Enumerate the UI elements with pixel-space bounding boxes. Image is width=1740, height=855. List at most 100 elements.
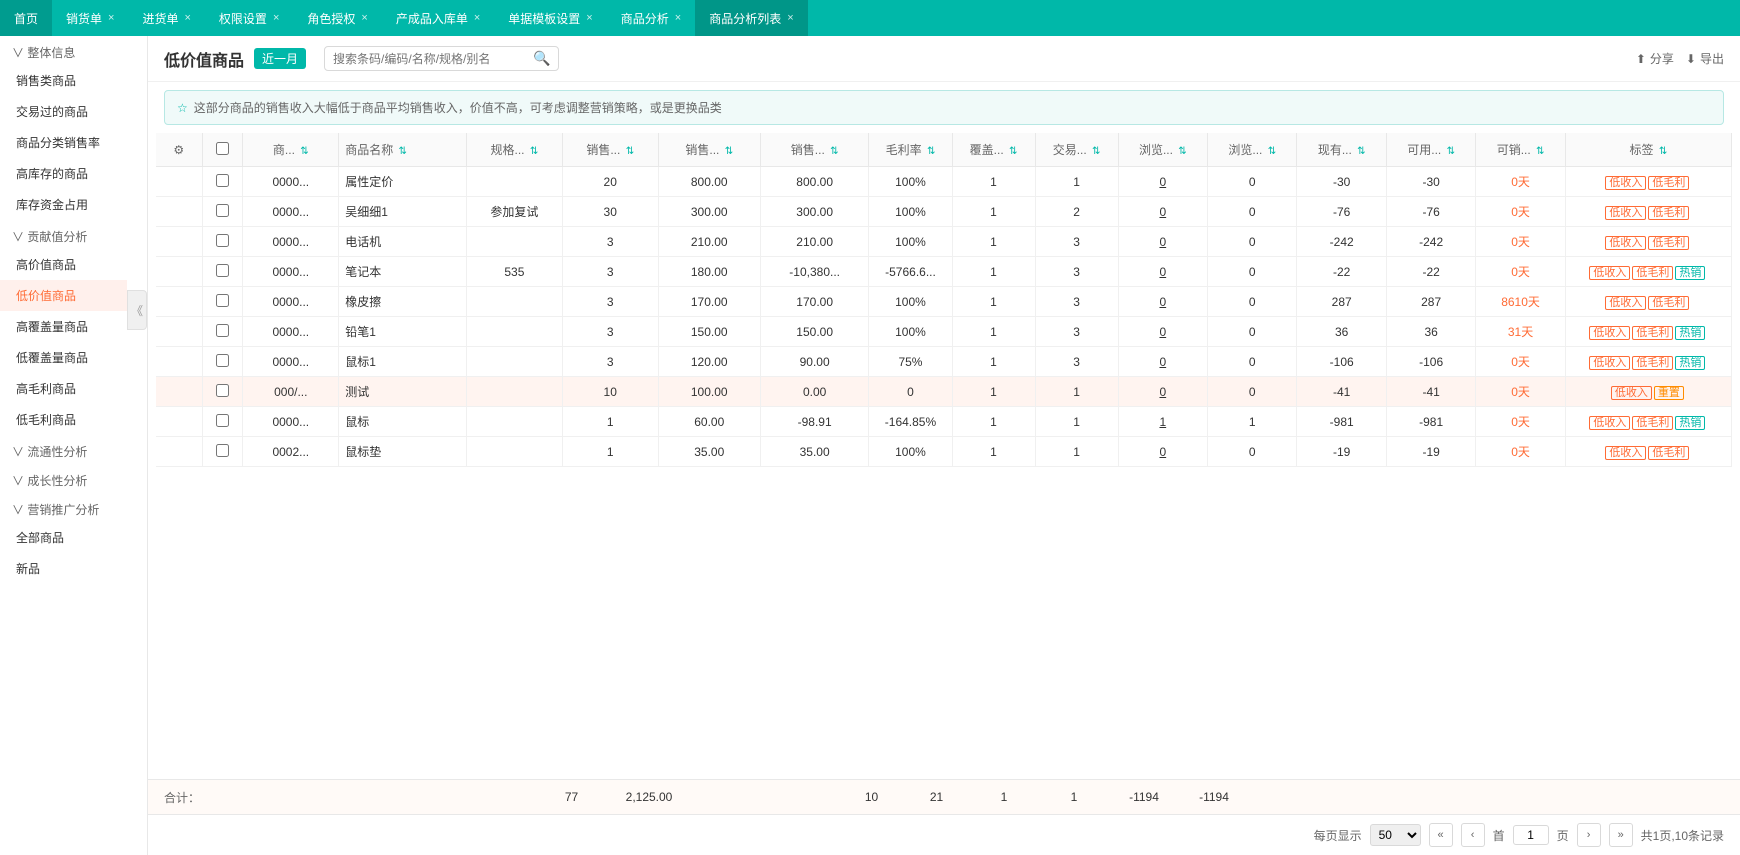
th-sales-profit[interactable]: 销售... ⇅ xyxy=(760,133,869,167)
th-settings[interactable]: ⚙ xyxy=(156,133,202,167)
row-checkbox[interactable] xyxy=(216,324,229,337)
close-icon[interactable]: × xyxy=(361,12,367,24)
sidebar-item-high-value[interactable]: 高价值商品 xyxy=(0,249,127,280)
page-number-input[interactable] xyxy=(1513,825,1549,845)
row-checkbox-cell[interactable] xyxy=(202,317,243,347)
th-trade[interactable]: 交易... ⇅ xyxy=(1035,133,1118,167)
select-all-checkbox[interactable] xyxy=(216,142,229,155)
row-checkbox[interactable] xyxy=(216,444,229,457)
row-checkbox[interactable] xyxy=(216,264,229,277)
filter-tag-recent-month[interactable]: 近一月 xyxy=(254,48,306,69)
prev-page-button[interactable]: ‹ xyxy=(1461,823,1485,847)
footer-sale1: 77 xyxy=(534,788,609,806)
th-sellable[interactable]: 可销... ⇅ xyxy=(1476,133,1565,167)
row-browse1[interactable]: 1 xyxy=(1118,407,1207,437)
th-tags[interactable]: 标签 ⇅ xyxy=(1565,133,1731,167)
th-current-stock[interactable]: 现有... ⇅ xyxy=(1297,133,1386,167)
close-icon[interactable]: × xyxy=(108,12,114,24)
row-checkbox-cell[interactable] xyxy=(202,257,243,287)
sidebar-item-category-rate[interactable]: 商品分类销售率 xyxy=(0,127,127,158)
row-checkbox[interactable] xyxy=(216,234,229,247)
first-page-button[interactable]: « xyxy=(1429,823,1453,847)
th-browse2[interactable]: 浏览... ⇅ xyxy=(1208,133,1297,167)
row-checkbox[interactable] xyxy=(216,204,229,217)
row-checkbox-cell[interactable] xyxy=(202,167,243,197)
sidebar-item-all-products[interactable]: 全部商品 xyxy=(0,522,127,553)
sidebar-item-new-products[interactable]: 新品 xyxy=(0,553,127,584)
row-checkbox[interactable] xyxy=(216,384,229,397)
th-spec[interactable]: 规格... ⇅ xyxy=(466,133,562,167)
row-checkbox-cell[interactable] xyxy=(202,347,243,377)
row-browse1[interactable]: 0 xyxy=(1118,197,1207,227)
row-browse1[interactable]: 0 xyxy=(1118,167,1207,197)
close-icon[interactable]: × xyxy=(586,12,592,24)
sidebar-group-growth[interactable]: ∨ 成长性分析 xyxy=(0,464,127,493)
close-icon[interactable]: × xyxy=(675,12,681,24)
sidebar-item-sales-products[interactable]: 销售类商品 xyxy=(0,65,127,96)
nav-product-warehouse[interactable]: 产成品入库单 × xyxy=(382,0,494,36)
sidebar-group-flow[interactable]: ∨ 流通性分析 xyxy=(0,435,127,464)
row-checkbox-cell[interactable] xyxy=(202,377,243,407)
nav-role[interactable]: 角色授权 × xyxy=(293,0,381,36)
row-checkbox-cell[interactable] xyxy=(202,437,243,467)
row-name: 测试 xyxy=(339,377,467,407)
share-button[interactable]: ⬆ 分享 xyxy=(1636,50,1674,67)
th-checkbox[interactable] xyxy=(202,133,243,167)
row-browse1[interactable]: 0 xyxy=(1118,437,1207,467)
row-browse1[interactable]: 0 xyxy=(1118,377,1207,407)
search-input[interactable] xyxy=(333,52,533,66)
search-icon[interactable]: 🔍 xyxy=(533,50,550,67)
nav-sales-order[interactable]: 销货单 × xyxy=(52,0,128,36)
per-page-select[interactable]: 50 100 xyxy=(1370,824,1421,846)
th-sales-amount[interactable]: 销售... ⇅ xyxy=(658,133,760,167)
nav-product-analysis[interactable]: 商品分析 × xyxy=(607,0,695,36)
row-checkbox-cell[interactable] xyxy=(202,287,243,317)
close-icon[interactable]: × xyxy=(787,12,793,24)
close-icon[interactable]: × xyxy=(273,12,279,24)
th-available-stock[interactable]: 可用... ⇅ xyxy=(1386,133,1475,167)
row-sellable-days: 0天 xyxy=(1476,377,1565,407)
row-checkbox[interactable] xyxy=(216,174,229,187)
row-checkbox-cell[interactable] xyxy=(202,197,243,227)
row-browse1[interactable]: 0 xyxy=(1118,227,1207,257)
close-icon[interactable]: × xyxy=(474,12,480,24)
row-checkbox-cell[interactable] xyxy=(202,407,243,437)
th-sales-qty[interactable]: 销售... ⇅ xyxy=(562,133,658,167)
th-coverage[interactable]: 覆盖... ⇅ xyxy=(952,133,1035,167)
sidebar-item-low-profit[interactable]: 低毛利商品 xyxy=(0,404,127,435)
row-available: -19 xyxy=(1386,437,1475,467)
th-gross-rate[interactable]: 毛利率 ⇅ xyxy=(869,133,952,167)
sidebar-item-high-profit[interactable]: 高毛利商品 xyxy=(0,373,127,404)
sidebar-item-traded-products[interactable]: 交易过的商品 xyxy=(0,96,127,127)
sidebar-item-low-value[interactable]: 低价值商品 xyxy=(0,280,127,311)
row-checkbox[interactable] xyxy=(216,414,229,427)
sidebar-item-stock-capital[interactable]: 库存资金占用 xyxy=(0,189,127,220)
row-checkbox[interactable] xyxy=(216,354,229,367)
row-browse1[interactable]: 0 xyxy=(1118,257,1207,287)
nav-product-analysis-list[interactable]: 商品分析列表 × xyxy=(695,0,807,36)
nav-permission[interactable]: 权限设置 × xyxy=(205,0,293,36)
export-button[interactable]: ⬇ 导出 xyxy=(1686,50,1724,67)
sidebar-item-low-coverage[interactable]: 低覆盖量商品 xyxy=(0,342,127,373)
row-browse1[interactable]: 0 xyxy=(1118,317,1207,347)
nav-purchase-order[interactable]: 进货单 × xyxy=(128,0,204,36)
sidebar-item-high-coverage[interactable]: 高覆盖量商品 xyxy=(0,311,127,342)
last-page-button[interactable]: » xyxy=(1609,823,1633,847)
sidebar-item-high-stock[interactable]: 高库存的商品 xyxy=(0,158,127,189)
th-browse1[interactable]: 浏览... ⇅ xyxy=(1118,133,1207,167)
row-browse1[interactable]: 0 xyxy=(1118,287,1207,317)
row-gross-rate: 100% xyxy=(869,167,952,197)
header-actions: ⬆ 分享 ⬇ 导出 xyxy=(1636,50,1724,67)
row-checkbox-cell[interactable] xyxy=(202,227,243,257)
th-code[interactable]: 商... ⇅ xyxy=(243,133,339,167)
nav-home[interactable]: 首页 xyxy=(0,0,52,36)
row-browse2: 0 xyxy=(1208,287,1297,317)
row-sale-profit: 210.00 xyxy=(760,227,869,257)
row-browse1[interactable]: 0 xyxy=(1118,347,1207,377)
close-icon[interactable]: × xyxy=(184,12,190,24)
nav-template[interactable]: 单据模板设置 × xyxy=(494,0,606,36)
th-product-name[interactable]: 商品名称 ⇅ xyxy=(339,133,467,167)
next-page-button[interactable]: › xyxy=(1577,823,1601,847)
sidebar-collapse-button[interactable]: 《 xyxy=(127,290,147,330)
row-checkbox[interactable] xyxy=(216,294,229,307)
